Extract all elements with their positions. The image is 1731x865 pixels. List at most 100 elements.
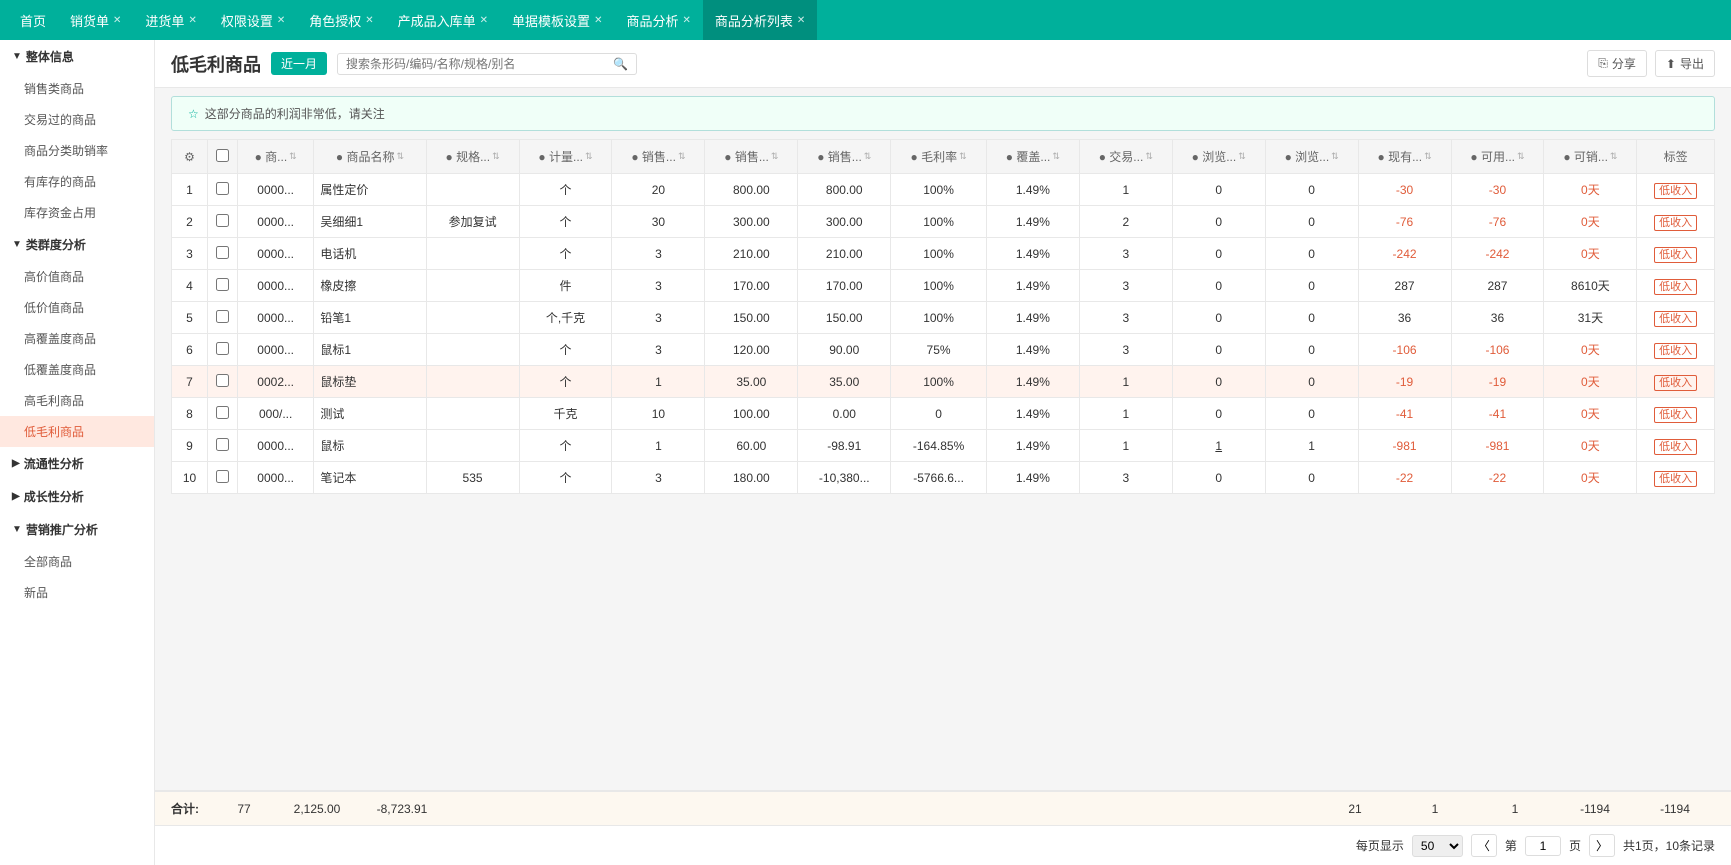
nav-item-sales[interactable]: 销货单 ✕ [58, 0, 133, 40]
nav-close-products[interactable]: ✕ [480, 15, 488, 26]
sidebar-item-high-coverage[interactable]: 高覆盖度商品 [0, 323, 154, 354]
row-name[interactable]: 电话机 [314, 238, 426, 270]
search-icon[interactable]: 🔍 [613, 57, 628, 71]
per-page-select[interactable]: 50 100 200 [1412, 835, 1463, 857]
row-stock: -19 [1358, 366, 1451, 398]
table-row: 8 000/... 测试 千克 10 100.00 0.00 0 1.49% 1… [172, 398, 1715, 430]
row-stock: -30 [1358, 174, 1451, 206]
col-price[interactable]: ● 销售... ⇅ [705, 140, 798, 174]
row-name[interactable]: 吴细细1 [314, 206, 426, 238]
row-name[interactable]: 测试 [314, 398, 426, 430]
nav-close-permissions[interactable]: ✕ [277, 15, 285, 26]
sidebar-item-low-value[interactable]: 低价值商品 [0, 292, 154, 323]
sidebar-group-overall[interactable]: ▼ 整体信息 [0, 40, 154, 73]
nav-item-products[interactable]: 产成品入库单 ✕ [386, 0, 500, 40]
row-browse2: 0 [1265, 206, 1358, 238]
export-button[interactable]: ⬆ 导出 [1655, 50, 1715, 77]
row-spec [426, 302, 519, 334]
sidebar-item-traded-goods[interactable]: 交易过的商品 [0, 104, 154, 135]
row-select-checkbox[interactable] [216, 278, 229, 291]
share-button[interactable]: ⎘ 分享 [1587, 50, 1647, 77]
nav-close-roles[interactable]: ✕ [365, 15, 373, 26]
col-trade[interactable]: ● 交易... ⇅ [1079, 140, 1172, 174]
search-input[interactable] [346, 57, 609, 71]
col-qty[interactable]: ● 销售... ⇅ [612, 140, 705, 174]
prev-page-button[interactable]: 〈 [1471, 834, 1497, 857]
row-margin: 1.49% [986, 302, 1079, 334]
row-qty: 3 [612, 270, 705, 302]
nav-item-roles[interactable]: 角色授权 ✕ [297, 0, 385, 40]
sidebar-item-low-coverage[interactable]: 低覆盖度商品 [0, 354, 154, 385]
row-select-checkbox[interactable] [216, 182, 229, 195]
row-price: 35.00 [705, 366, 798, 398]
nav-item-analysis-list[interactable]: 商品分析列表 ✕ [703, 0, 817, 40]
nav-item-analysis[interactable]: 商品分析 ✕ [614, 0, 702, 40]
col-settings[interactable]: ⚙ [172, 140, 208, 174]
nav-item-home[interactable]: 首页 [8, 0, 58, 40]
row-no: 2 [172, 206, 208, 238]
row-select-checkbox[interactable] [216, 342, 229, 355]
row-select-checkbox[interactable] [216, 214, 229, 227]
col-spec[interactable]: ● 规格... ⇅ [426, 140, 519, 174]
row-sales: 170.00 [798, 270, 891, 302]
sidebar-item-all-goods[interactable]: 全部商品 [0, 546, 154, 577]
sidebar-item-capital[interactable]: 库存资金占用 [0, 197, 154, 228]
row-select-checkbox[interactable] [216, 438, 229, 451]
sidebar-item-high-value[interactable]: 高价值商品 [0, 261, 154, 292]
nav-close-purchase[interactable]: ✕ [188, 15, 196, 26]
col-browse1[interactable]: ● 浏览... ⇅ [1172, 140, 1265, 174]
table-footer: 合计: 77 2,125.00 -8,723.91 21 1 1 -1194 -… [155, 790, 1731, 825]
row-margin: 1.49% [986, 366, 1079, 398]
row-select-checkbox[interactable] [216, 406, 229, 419]
row-stock: -41 [1358, 398, 1451, 430]
row-select-checkbox[interactable] [216, 374, 229, 387]
nav-item-purchase[interactable]: 进货单 ✕ [133, 0, 208, 40]
row-browse1[interactable]: 1 [1172, 430, 1265, 462]
sidebar-item-new-goods[interactable]: 新品 [0, 577, 154, 608]
col-profit[interactable]: ● 毛利率 ⇅ [891, 140, 987, 174]
row-name[interactable]: 铅笔1 [314, 302, 426, 334]
nav-item-permissions[interactable]: 权限设置 ✕ [209, 0, 297, 40]
col-sales[interactable]: ● 销售... ⇅ [798, 140, 891, 174]
row-select-checkbox[interactable] [216, 310, 229, 323]
sidebar-item-inventory-goods[interactable]: 有库存的商品 [0, 166, 154, 197]
row-name[interactable]: 橡皮擦 [314, 270, 426, 302]
col-name[interactable]: ● 商品名称 ⇅ [314, 140, 426, 174]
sidebar-group-marketing[interactable]: ▼ 营销推广分析 [0, 513, 154, 546]
row-name[interactable]: 笔记本 [314, 462, 426, 494]
nav-item-templates[interactable]: 单据模板设置 ✕ [500, 0, 614, 40]
nav-close-analysis-list[interactable]: ✕ [797, 15, 805, 26]
sidebar-item-high-margin[interactable]: 高毛利商品 [0, 385, 154, 416]
nav-close-analysis[interactable]: ✕ [682, 15, 690, 26]
col-avail[interactable]: ● 可用... ⇅ [1451, 140, 1544, 174]
col-coverage[interactable]: ● 覆盖... ⇅ [986, 140, 1079, 174]
sidebar-group-growth[interactable]: ▶ 成长性分析 [0, 480, 154, 513]
col-code[interactable]: ● 商... ⇅ [238, 140, 314, 174]
row-checkbox [208, 398, 238, 430]
page-input[interactable] [1525, 836, 1561, 856]
row-name[interactable]: 鼠标垫 [314, 366, 426, 398]
sidebar-group-flow[interactable]: ▶ 流通性分析 [0, 447, 154, 480]
sidebar-item-sales-goods[interactable]: 销售类商品 [0, 73, 154, 104]
col-stock[interactable]: ● 现有... ⇅ [1358, 140, 1451, 174]
sort-code-icon: ⇅ [289, 151, 297, 162]
col-saleable[interactable]: ● 可销... ⇅ [1544, 140, 1637, 174]
select-all-checkbox[interactable] [216, 149, 229, 162]
row-select-checkbox[interactable] [216, 470, 229, 483]
sidebar-item-low-margin[interactable]: 低毛利商品 [0, 416, 154, 447]
next-page-button[interactable]: 〉 [1589, 834, 1615, 857]
col-unit[interactable]: ● 计量... ⇅ [519, 140, 612, 174]
row-name[interactable]: 鼠标 [314, 430, 426, 462]
date-filter-button[interactable]: 近一月 [271, 52, 327, 75]
row-select-checkbox[interactable] [216, 246, 229, 259]
row-name[interactable]: 鼠标1 [314, 334, 426, 366]
col-browse2[interactable]: ● 浏览... ⇅ [1265, 140, 1358, 174]
nav-close-templates[interactable]: ✕ [594, 15, 602, 26]
settings-icon[interactable]: ⚙ [184, 150, 195, 164]
arrow-marketing-icon: ▼ [12, 524, 22, 535]
sidebar-item-category-rate[interactable]: 商品分类助销率 [0, 135, 154, 166]
sidebar-group-cluster[interactable]: ▼ 类群度分析 [0, 228, 154, 261]
row-name[interactable]: 属性定价 [314, 174, 426, 206]
nav-close-sales[interactable]: ✕ [113, 15, 121, 26]
row-unit: 个,千克 [519, 302, 612, 334]
